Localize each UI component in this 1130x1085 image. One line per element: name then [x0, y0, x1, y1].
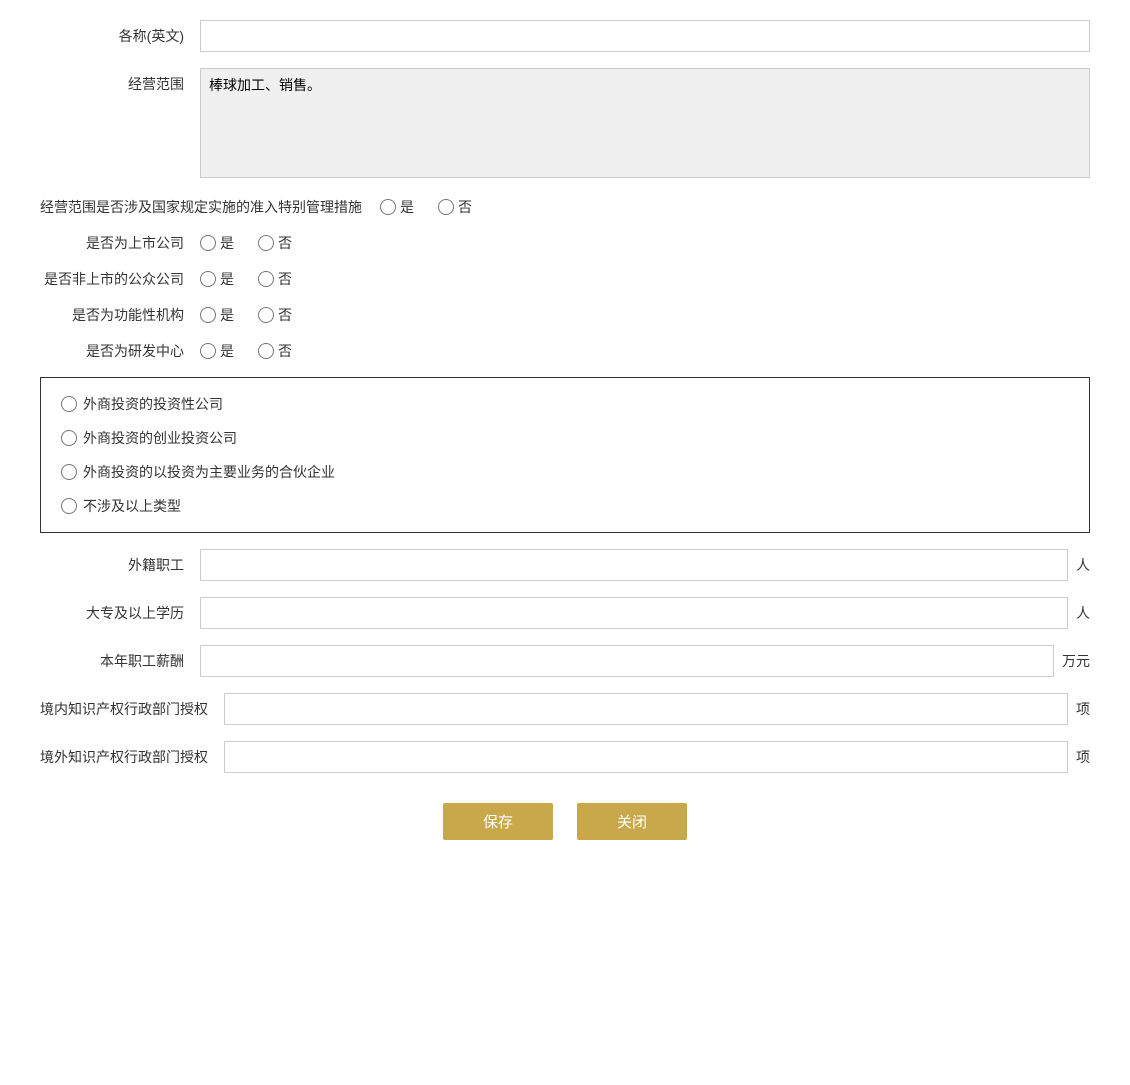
college-edu-input[interactable] [200, 597, 1068, 629]
special-management-radio-group: 是 否 [380, 197, 472, 217]
public-unlisted-no-label: 否 [278, 269, 292, 289]
public-unlisted-no-radio[interactable] [258, 271, 274, 287]
foreign-employee-unit: 人 [1068, 555, 1090, 575]
rd-center-no-option[interactable]: 否 [258, 341, 292, 361]
rd-center-no-radio[interactable] [258, 343, 274, 359]
foreign-employee-input-wrapper: 人 [200, 549, 1090, 581]
special-management-yes-radio[interactable] [380, 199, 396, 215]
functional-label: 是否为功能性机构 [40, 305, 200, 325]
special-management-no-radio[interactable] [438, 199, 454, 215]
listed-radio-group: 是 否 [200, 233, 292, 253]
investment-type-radio-1[interactable] [61, 430, 77, 446]
business-scope-label: 经营范围 [40, 68, 200, 94]
form-container: 各称(英文) 经营范围 棒球加工、销售。 经营范围是否涉及国家规定实施的准入特别… [40, 20, 1090, 840]
listed-row: 是否为上市公司 是 否 [40, 233, 1090, 253]
button-row: 保存 关闭 [40, 803, 1090, 840]
rd-center-yes-label: 是 [220, 341, 234, 361]
rd-center-row: 是否为研发中心 是 否 [40, 341, 1090, 361]
investment-type-radio-2[interactable] [61, 464, 77, 480]
foreign-employee-input[interactable] [200, 549, 1068, 581]
rd-center-radio-group: 是 否 [200, 341, 292, 361]
special-management-yes-label: 是 [400, 197, 414, 217]
functional-no-label: 否 [278, 305, 292, 325]
listed-yes-radio[interactable] [200, 235, 216, 251]
functional-row: 是否为功能性机构 是 否 [40, 305, 1090, 325]
investment-type-radio-3[interactable] [61, 498, 77, 514]
special-management-yes-option[interactable]: 是 [380, 197, 414, 217]
investment-type-row-3: 不涉及以上类型 [61, 496, 1069, 516]
college-edu-row: 大专及以上学历 人 [40, 597, 1090, 629]
save-button[interactable]: 保存 [443, 803, 553, 840]
overseas-ip-row: 境外知识产权行政部门授权 项 [40, 741, 1090, 773]
listed-label: 是否为上市公司 [40, 233, 200, 253]
annual-salary-label: 本年职工薪酬 [40, 651, 200, 671]
rd-center-yes-radio[interactable] [200, 343, 216, 359]
investment-type-radio-0[interactable] [61, 396, 77, 412]
business-scope-input[interactable]: 棒球加工、销售。 [200, 68, 1090, 178]
college-edu-unit: 人 [1068, 603, 1090, 623]
college-edu-input-wrapper: 人 [200, 597, 1090, 629]
investment-type-option-2[interactable]: 外商投资的以投资为主要业务的合伙企业 [61, 462, 335, 482]
public-unlisted-yes-label: 是 [220, 269, 234, 289]
investment-type-row-0: 外商投资的投资性公司 [61, 394, 1069, 414]
listed-no-option[interactable]: 否 [258, 233, 292, 253]
public-unlisted-yes-radio[interactable] [200, 271, 216, 287]
functional-yes-radio[interactable] [200, 307, 216, 323]
annual-salary-row: 本年职工薪酬 万元 [40, 645, 1090, 677]
investment-type-option-3[interactable]: 不涉及以上类型 [61, 496, 181, 516]
annual-salary-input[interactable] [200, 645, 1054, 677]
public-unlisted-row: 是否非上市的公众公司 是 否 [40, 269, 1090, 289]
investment-type-label-2: 外商投资的以投资为主要业务的合伙企业 [83, 462, 335, 482]
annual-salary-unit: 万元 [1054, 651, 1090, 671]
special-management-no-label: 否 [458, 197, 472, 217]
investment-type-label-3: 不涉及以上类型 [83, 496, 181, 516]
public-unlisted-yes-option[interactable]: 是 [200, 269, 234, 289]
public-unlisted-no-option[interactable]: 否 [258, 269, 292, 289]
functional-no-option[interactable]: 否 [258, 305, 292, 325]
overseas-ip-input-wrapper: 项 [224, 741, 1090, 773]
close-button[interactable]: 关闭 [577, 803, 687, 840]
public-unlisted-label: 是否非上市的公众公司 [40, 269, 200, 289]
name-en-label: 各称(英文) [40, 26, 200, 46]
listed-yes-option[interactable]: 是 [200, 233, 234, 253]
rd-center-yes-option[interactable]: 是 [200, 341, 234, 361]
investment-type-row-1: 外商投资的创业投资公司 [61, 428, 1069, 448]
domestic-ip-input[interactable] [224, 693, 1068, 725]
overseas-ip-label: 境外知识产权行政部门授权 [40, 747, 224, 767]
domestic-ip-input-wrapper: 项 [224, 693, 1090, 725]
rd-center-label: 是否为研发中心 [40, 341, 200, 361]
college-edu-label: 大专及以上学历 [40, 603, 200, 623]
functional-no-radio[interactable] [258, 307, 274, 323]
functional-yes-option[interactable]: 是 [200, 305, 234, 325]
investment-type-label-0: 外商投资的投资性公司 [83, 394, 223, 414]
public-unlisted-radio-group: 是 否 [200, 269, 292, 289]
investment-type-box: 外商投资的投资性公司 外商投资的创业投资公司 外商投资的以投资为主要业务的合伙企… [40, 377, 1090, 533]
domestic-ip-label: 境内知识产权行政部门授权 [40, 699, 224, 719]
functional-radio-group: 是 否 [200, 305, 292, 325]
annual-salary-input-wrapper: 万元 [200, 645, 1090, 677]
business-scope-wrapper: 棒球加工、销售。 [200, 68, 1090, 181]
special-management-row: 经营范围是否涉及国家规定实施的准入特别管理措施 是 否 [40, 197, 1090, 217]
rd-center-no-label: 否 [278, 341, 292, 361]
special-management-label: 经营范围是否涉及国家规定实施的准入特别管理措施 [40, 197, 380, 217]
foreign-employee-row: 外籍职工 人 [40, 549, 1090, 581]
domestic-ip-unit: 项 [1068, 699, 1090, 719]
domestic-ip-row: 境内知识产权行政部门授权 项 [40, 693, 1090, 725]
investment-type-row-2: 外商投资的以投资为主要业务的合伙企业 [61, 462, 1069, 482]
foreign-employee-label: 外籍职工 [40, 555, 200, 575]
listed-yes-label: 是 [220, 233, 234, 253]
investment-type-label-1: 外商投资的创业投资公司 [83, 428, 237, 448]
investment-type-option-0[interactable]: 外商投资的投资性公司 [61, 394, 223, 414]
overseas-ip-unit: 项 [1068, 747, 1090, 767]
name-en-row: 各称(英文) [40, 20, 1090, 52]
name-en-input[interactable] [200, 20, 1090, 52]
overseas-ip-input[interactable] [224, 741, 1068, 773]
investment-type-option-1[interactable]: 外商投资的创业投资公司 [61, 428, 237, 448]
business-scope-row: 经营范围 棒球加工、销售。 [40, 68, 1090, 181]
special-management-no-option[interactable]: 否 [438, 197, 472, 217]
listed-no-radio[interactable] [258, 235, 274, 251]
functional-yes-label: 是 [220, 305, 234, 325]
listed-no-label: 否 [278, 233, 292, 253]
